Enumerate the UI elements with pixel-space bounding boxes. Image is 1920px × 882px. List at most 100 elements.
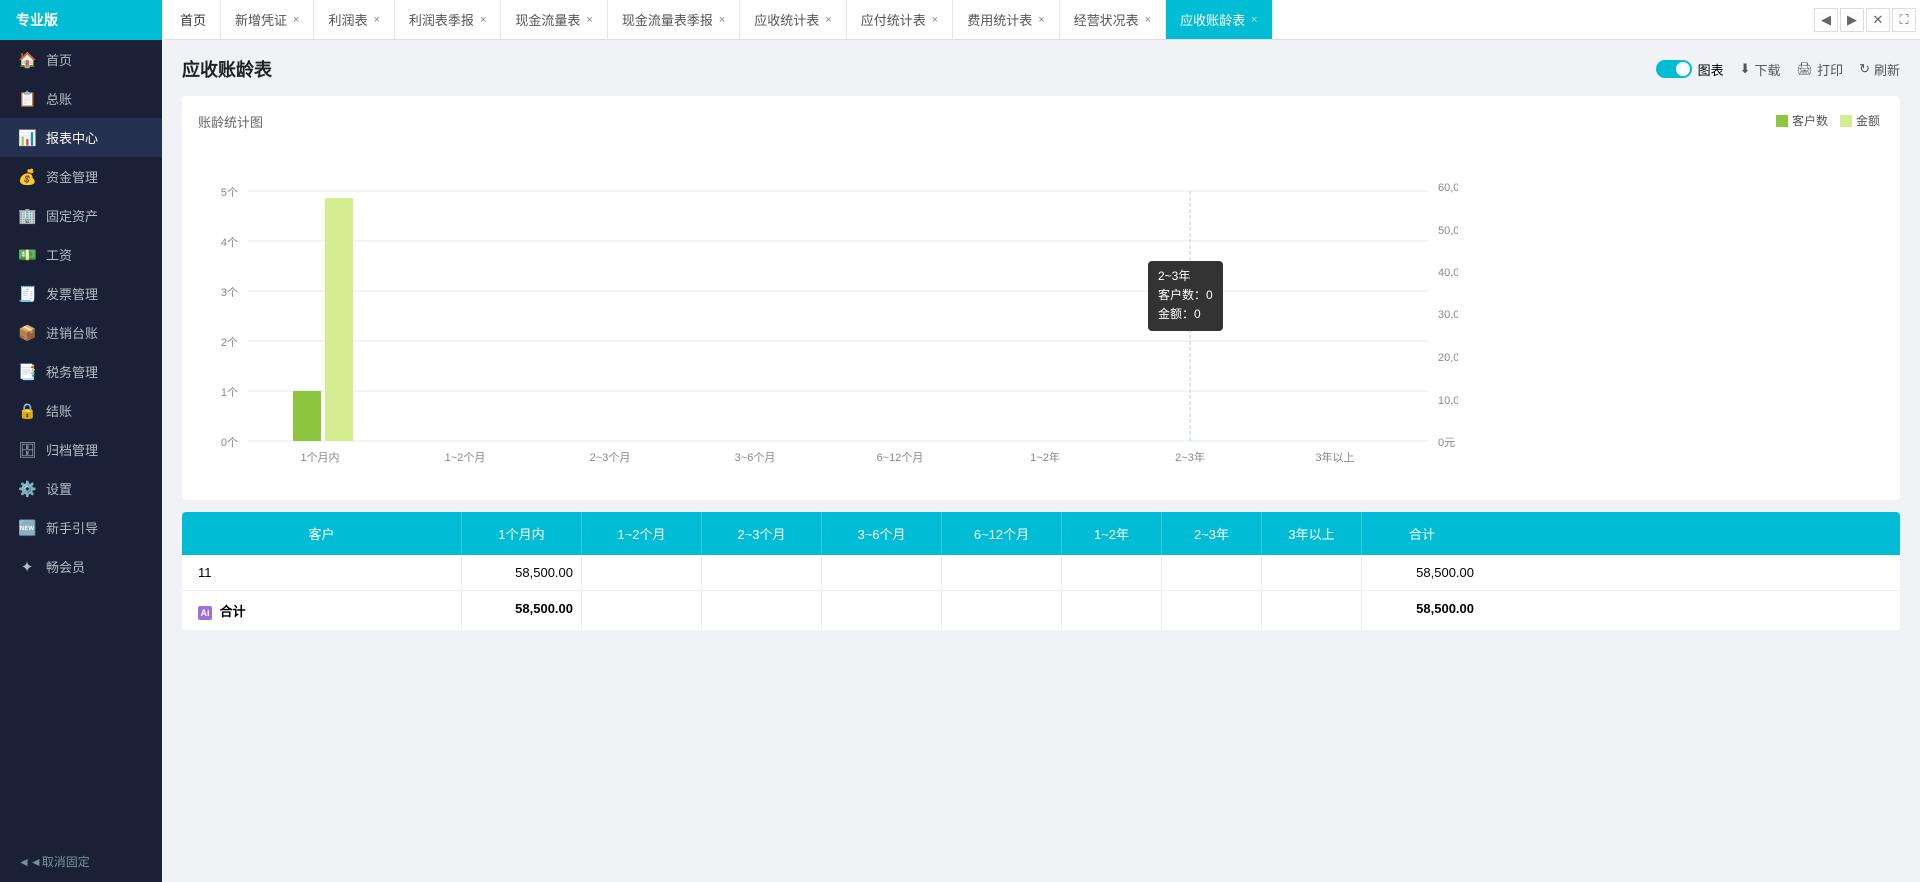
tab-close-profit[interactable]: × — [373, 14, 379, 26]
tab-bar: 首页 新增凭证 × 利润表 × 利润表季报 × 现金流量表 × 现金流量表季报 … — [162, 0, 1920, 40]
tab-voucher[interactable]: 新增凭证 × — [221, 0, 314, 40]
svg-text:2个: 2个 — [221, 336, 238, 349]
sidebar-item-tax[interactable]: 📑 税务管理 — [0, 352, 162, 391]
tab-next-button[interactable]: ▶ — [1840, 8, 1864, 32]
total-m612 — [942, 591, 1062, 630]
tab-cashflow-q[interactable]: 现金流量表季报 × — [608, 0, 740, 40]
svg-text:60,000.00元: 60,000.00元 — [1438, 182, 1458, 194]
refresh-icon: ↻ — [1859, 61, 1870, 77]
tab-ap-stat[interactable]: 应付统计表 × — [847, 0, 953, 40]
tab-close-all-button[interactable]: ✕ — [1866, 8, 1890, 32]
tab-prev-button[interactable]: ◀ — [1814, 8, 1838, 32]
print-button[interactable]: 🖨 打印 — [1797, 60, 1844, 79]
svg-text:1个月内: 1个月内 — [300, 450, 339, 464]
total-m36 — [822, 591, 942, 630]
sidebar-item-settings[interactable]: ⚙️ 设置 — [0, 469, 162, 508]
total-icon: Ai — [198, 606, 212, 620]
sidebar-item-ledger[interactable]: 📋 总账 — [0, 79, 162, 118]
sidebar-item-invoice[interactable]: 🧾 发票管理 — [0, 274, 162, 313]
th-m23: 2~3个月 — [702, 512, 822, 555]
sidebar-item-member[interactable]: ✦ 畅会员 — [0, 547, 162, 586]
total-y3 — [1262, 591, 1362, 630]
svg-text:0个: 0个 — [221, 436, 238, 449]
tab-cashflow[interactable]: 现金流量表 × — [501, 0, 607, 40]
main-content: 首页 新增凭证 × 利润表 × 利润表季报 × 现金流量表 × 现金流量表季报 … — [162, 0, 1920, 882]
tab-ar-stat[interactable]: 应收统计表 × — [740, 0, 846, 40]
svg-text:2~3个月: 2~3个月 — [590, 451, 631, 464]
sidebar-item-inventory[interactable]: 📦 进销台账 — [0, 313, 162, 352]
page-title: 应收账龄表 — [182, 56, 272, 82]
sidebar-item-guide[interactable]: 🆕 新手引导 — [0, 508, 162, 547]
tab-close-ap-stat[interactable]: × — [932, 14, 938, 26]
total-m1: 58,500.00 — [462, 591, 582, 630]
sidebar-item-home[interactable]: 🏠 首页 — [0, 40, 162, 79]
assets-icon: 🏢 — [18, 207, 36, 225]
tab-expense-stat[interactable]: 费用统计表 × — [953, 0, 1059, 40]
page-actions: 图表 ⬇ 下载 🖨 打印 ↻ 刷新 — [1656, 60, 1900, 79]
cell-total: 58,500.00 — [1362, 555, 1482, 590]
tab-close-biz-stat[interactable]: × — [1145, 14, 1151, 26]
th-y12: 1~2年 — [1062, 512, 1162, 555]
tab-profit[interactable]: 利润表 × — [314, 0, 394, 40]
svg-text:50,000.00元: 50,000.00元 — [1438, 225, 1458, 237]
legend-amount-color — [1840, 115, 1852, 127]
chart-svg-wrap: 0个 1个 2个 3个 4个 5个 0元 10,000.00元 20,000.0… — [198, 141, 1884, 484]
svg-text:10,000.00元: 10,000.00元 — [1438, 395, 1458, 407]
tab-ar-aging[interactable]: 应收账龄表 × — [1166, 0, 1272, 40]
inventory-icon: 📦 — [18, 324, 36, 342]
page-title-bar: 应收账龄表 图表 ⬇ 下载 🖨 打印 ↻ 刷新 — [182, 56, 1900, 82]
th-m36: 3~6个月 — [822, 512, 942, 555]
tab-close-ar-aging[interactable]: × — [1251, 14, 1257, 26]
cell-y3 — [1262, 555, 1362, 590]
svg-text:1个: 1个 — [221, 386, 238, 399]
sidebar-item-archive[interactable]: 🗄 归档管理 — [0, 430, 162, 469]
svg-text:20,000.00元: 20,000.00元 — [1438, 352, 1458, 364]
page-content: 应收账龄表 图表 ⬇ 下载 🖨 打印 ↻ 刷新 — [162, 40, 1920, 882]
chart-svg: 0个 1个 2个 3个 4个 5个 0元 10,000.00元 20,000.0… — [198, 141, 1458, 481]
settlement-icon: 🔒 — [18, 402, 36, 420]
tab-home[interactable]: 首页 — [166, 0, 221, 40]
bar-count-1m — [293, 391, 321, 441]
tab-close-expense-stat[interactable]: × — [1038, 14, 1044, 26]
table-total-row: Ai 合计 58,500.00 58,500.00 — [182, 591, 1900, 631]
sidebar-unpin-button[interactable]: ◄◄取消固定 — [0, 841, 162, 882]
tab-close-cashflow[interactable]: × — [586, 14, 592, 26]
chart-toggle[interactable] — [1656, 60, 1692, 78]
salary-icon: 💵 — [18, 246, 36, 264]
chart-toggle-wrap: 图表 — [1656, 60, 1724, 79]
tab-close-voucher[interactable]: × — [293, 14, 299, 26]
download-icon: ⬇ — [1740, 61, 1751, 77]
sidebar-item-settlement[interactable]: 🔒 结账 — [0, 391, 162, 430]
cell-customer: 11 — [182, 555, 462, 590]
sidebar: 专业版 🏠 首页 📋 总账 📊 报表中心 💰 资金管理 🏢 固定资产 💵 工资 … — [0, 0, 162, 882]
svg-text:6~12个月: 6~12个月 — [877, 451, 924, 464]
total-y23 — [1162, 591, 1262, 630]
th-customer: 客户 — [182, 512, 462, 555]
th-y3plus: 3年以上 — [1262, 512, 1362, 555]
tab-biz-stat[interactable]: 经营状况表 × — [1060, 0, 1166, 40]
cell-m12 — [582, 555, 702, 590]
sidebar-item-salary[interactable]: 💵 工资 — [0, 235, 162, 274]
tab-profit-q[interactable]: 利润表季报 × — [395, 0, 501, 40]
bar-amount-1m — [325, 198, 353, 441]
total-label: Ai 合计 — [182, 591, 462, 630]
tab-close-profit-q[interactable]: × — [480, 14, 486, 26]
print-icon: 🖨 — [1797, 61, 1814, 77]
tab-maximize-button[interactable]: ⛶ — [1892, 8, 1916, 32]
tab-close-ar-stat[interactable]: × — [825, 14, 831, 26]
sidebar-item-assets[interactable]: 🏢 固定资产 — [0, 196, 162, 235]
download-button[interactable]: ⬇ 下载 — [1740, 60, 1781, 79]
cell-m612 — [942, 555, 1062, 590]
sidebar-logo: 专业版 — [0, 0, 162, 40]
chart-legend: 客户数 金额 — [1776, 112, 1880, 129]
cell-m23 — [702, 555, 822, 590]
sidebar-item-fund[interactable]: 💰 资金管理 — [0, 157, 162, 196]
sidebar-item-report[interactable]: 📊 报表中心 — [0, 118, 162, 157]
svg-text:5个: 5个 — [221, 186, 238, 199]
tab-close-cashflow-q[interactable]: × — [719, 14, 725, 26]
total-total: 58,500.00 — [1362, 591, 1482, 630]
cell-y12 — [1062, 555, 1162, 590]
home-icon: 🏠 — [18, 51, 36, 69]
refresh-button[interactable]: ↻ 刷新 — [1859, 60, 1900, 79]
svg-text:3年以上: 3年以上 — [1315, 450, 1354, 464]
